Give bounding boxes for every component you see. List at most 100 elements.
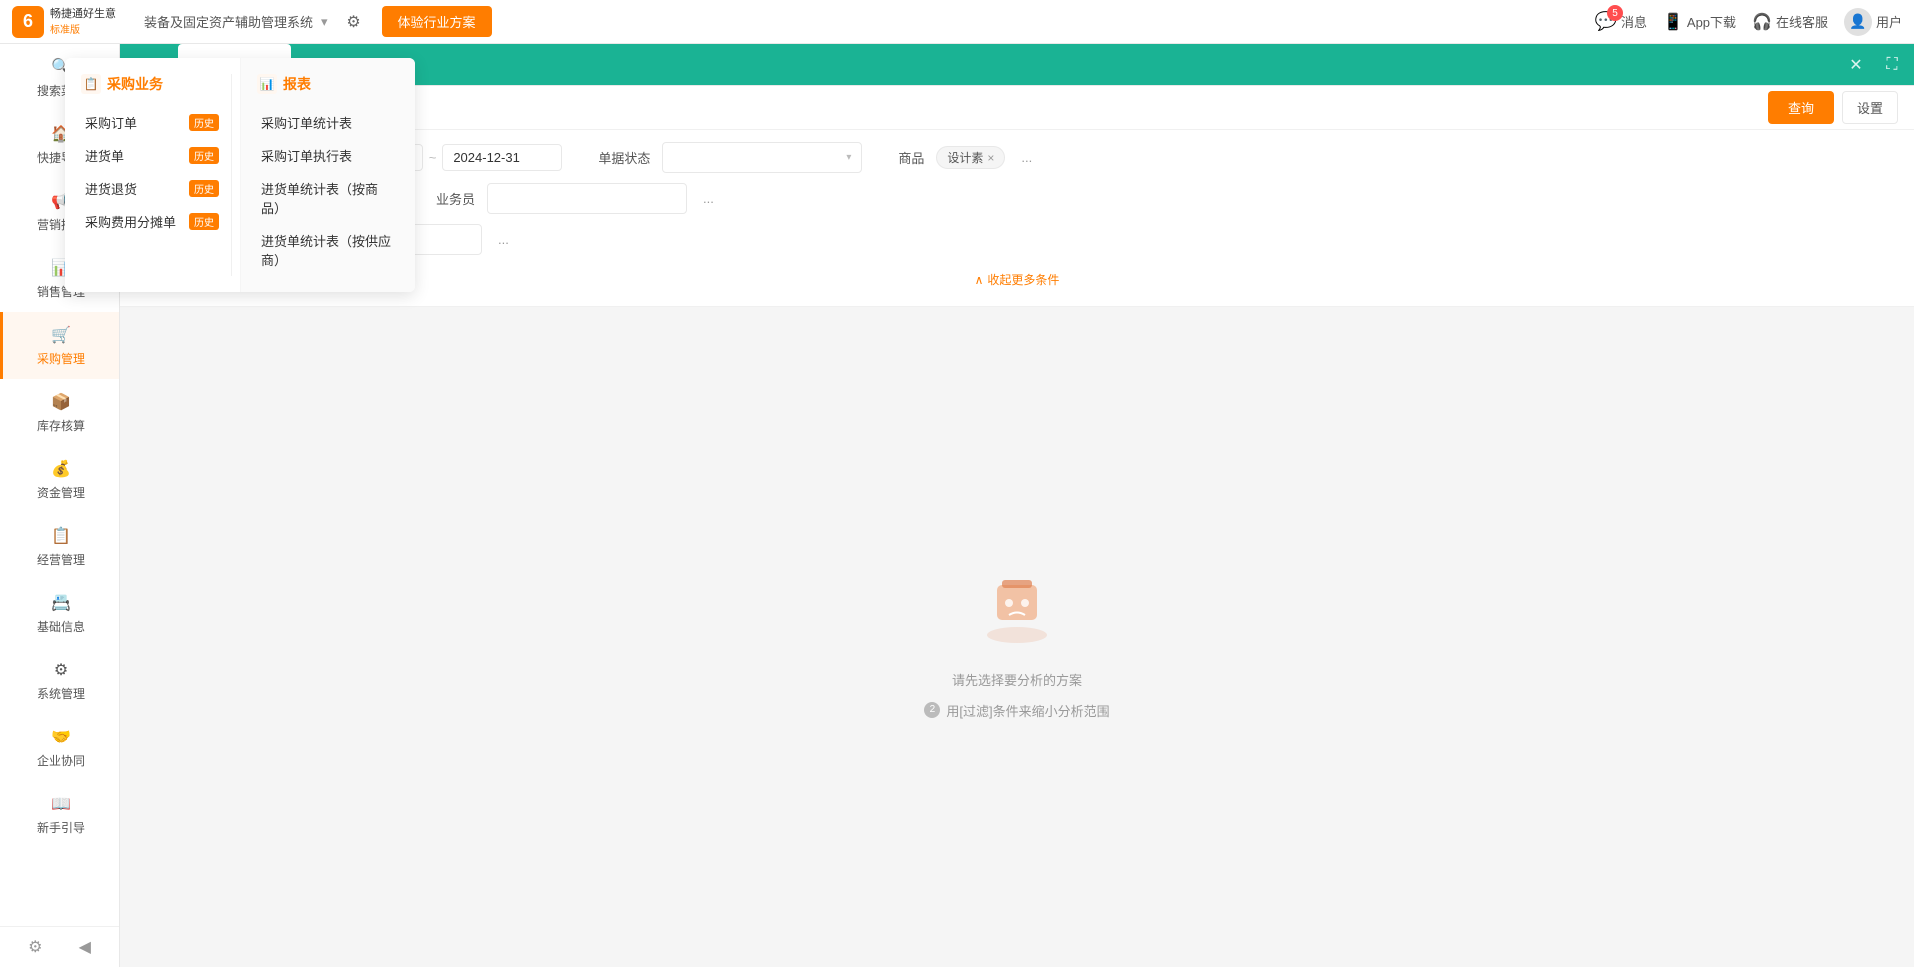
goods-ellipsis[interactable]: ... bbox=[1017, 150, 1036, 165]
dropdown-item-inbound-stats-supplier[interactable]: 进货单统计表（按供应商） bbox=[257, 224, 399, 276]
setting-btn[interactable]: 设置 bbox=[1842, 91, 1898, 124]
industry-btn[interactable]: 体验行业方案 bbox=[382, 6, 492, 37]
sidebar-label-basic: 基础信息 bbox=[37, 618, 85, 635]
sidebar-item-business[interactable]: 📋 经营管理 bbox=[0, 513, 119, 580]
logo-area: 6 畅捷通好生意 标准版 bbox=[12, 6, 132, 38]
collapse-label: 收起更多条件 bbox=[987, 271, 1059, 288]
doc-status-select[interactable]: ▾ bbox=[662, 142, 862, 173]
empty-illustration bbox=[967, 555, 1067, 658]
hist-badge-3: 历史 bbox=[189, 213, 219, 230]
sidebar-label-business: 经营管理 bbox=[37, 551, 85, 568]
purchase-col-icon: 📋 bbox=[81, 74, 101, 94]
sidebar-item-system[interactable]: ⚙ 系统管理 bbox=[0, 647, 119, 714]
hist-badge-0: 历史 bbox=[189, 114, 219, 131]
online-service-btn[interactable]: 🎧 在线客服 bbox=[1752, 12, 1828, 32]
inventory-icon: 📦 bbox=[50, 391, 72, 413]
system-title-dropdown-icon[interactable]: ▾ bbox=[321, 14, 328, 30]
dropdown-item-expense[interactable]: 采购费用分摊单 历史 bbox=[81, 205, 223, 238]
message-btn[interactable]: 💬 5 消息 bbox=[1595, 11, 1647, 32]
collab-icon: 🤝 bbox=[50, 726, 72, 748]
dropdown-columns: 📋 采购业务 采购订单 历史 进货单 历史 进货退货 历史 采购费用分摊单 bbox=[81, 74, 399, 276]
user-btn[interactable]: 👤 用户 bbox=[1844, 8, 1902, 36]
phone-icon: 📱 bbox=[1663, 12, 1683, 32]
top-bar: 6 畅捷通好生意 标准版 装备及固定资产辅助管理系统 ▾ ⚙ 体验行业方案 💬 … bbox=[0, 0, 1914, 44]
app-download-btn[interactable]: 📱 App下载 bbox=[1663, 12, 1736, 32]
business-icon: 📋 bbox=[50, 525, 72, 547]
top-right: 💬 5 消息 📱 App下载 🎧 在线客服 👤 用户 bbox=[1595, 8, 1902, 36]
salesman-label: 业务员 bbox=[436, 189, 475, 208]
salesman-value bbox=[498, 189, 511, 208]
sidebar-label-guide: 新手引导 bbox=[37, 819, 85, 836]
empty-tip1: 请先选择要分析的方案 bbox=[952, 670, 1082, 689]
sidebar-collapse-icon[interactable]: ◀ bbox=[79, 937, 91, 957]
tip2-text: 用[过滤]条件来缩小分析范围 bbox=[946, 701, 1109, 720]
inbound-stats-goods-label: 进货单统计表（按商品） bbox=[261, 179, 395, 217]
system-settings-icon[interactable]: ⚙ bbox=[342, 10, 366, 34]
user-avatar: 👤 bbox=[1844, 8, 1872, 36]
salesman-ellipsis[interactable]: ... bbox=[699, 191, 718, 206]
date-end-input[interactable]: 2024-12-31 bbox=[442, 144, 562, 171]
report-col-icon: 📊 bbox=[257, 74, 277, 94]
main-layout: 🔍 搜索菜单 🏠 快捷导航 📢 营销推广 📊 销售管理 🛒 采购管理 📦 库存核… bbox=[0, 44, 1914, 967]
logo-text: 畅捷通好生意 标准版 bbox=[50, 7, 116, 36]
expense-label: 采购费用分摊单 bbox=[85, 212, 176, 231]
sidebar-item-collab[interactable]: 🤝 企业协同 bbox=[0, 714, 119, 781]
tab-bar-right: ✕ ⛶ bbox=[1842, 51, 1914, 79]
date-separator: ~ bbox=[429, 150, 437, 165]
system-icon: ⚙ bbox=[50, 659, 72, 681]
system-title-area: 装备及固定资产辅助管理系统 ▾ ⚙ 体验行业方案 bbox=[132, 6, 1595, 37]
doc-status-arrow: ▾ bbox=[846, 152, 851, 163]
doc-status-label: 单据状态 bbox=[598, 148, 650, 167]
dropdown-item-order-exec[interactable]: 采购订单执行表 bbox=[257, 139, 399, 172]
salesman-input[interactable] bbox=[487, 183, 687, 214]
goods-tag: 设计素 × bbox=[936, 146, 1005, 169]
empty-state: 请先选择要分析的方案 2 用[过滤]条件来缩小分析范围 bbox=[120, 307, 1914, 967]
message-label: 消息 bbox=[1621, 12, 1647, 31]
dropdown-right-header: 📊 报表 bbox=[257, 74, 399, 94]
date-end-value: 2024-12-31 bbox=[453, 150, 520, 165]
message-badge: 5 bbox=[1607, 5, 1623, 21]
return-label: 进货退货 bbox=[85, 179, 137, 198]
hist-badge-2: 历史 bbox=[189, 180, 219, 197]
sidebar-item-guide[interactable]: 📖 新手引导 bbox=[0, 781, 119, 848]
sidebar-item-purchase[interactable]: 🛒 采购管理 bbox=[0, 312, 119, 379]
dropdown-col-right: 📊 报表 采购订单统计表 采购订单执行表 进货单统计表（按商品） 进货单统计表（… bbox=[240, 58, 415, 292]
tab-close-all-icon[interactable]: ✕ bbox=[1842, 51, 1870, 79]
sidebar-label-purchase: 采购管理 bbox=[37, 350, 85, 367]
logo-icon: 6 bbox=[12, 6, 44, 38]
dropdown-item-order-stats[interactable]: 采购订单统计表 bbox=[257, 106, 399, 139]
headset-icon: 🎧 bbox=[1752, 12, 1772, 32]
customer-ellipsis[interactable]: ... bbox=[494, 232, 513, 247]
sidebar-item-capital[interactable]: 💰 资金管理 bbox=[0, 446, 119, 513]
order-exec-label: 采购订单执行表 bbox=[261, 146, 352, 165]
system-title-text: 装备及固定资产辅助管理系统 bbox=[144, 12, 313, 31]
sidebar-label-system: 系统管理 bbox=[37, 685, 85, 702]
dropdown-left-header: 📋 采购业务 bbox=[81, 74, 223, 94]
sidebar-label-capital: 资金管理 bbox=[37, 484, 85, 501]
tab-expand-icon[interactable]: ⛶ bbox=[1878, 51, 1906, 79]
dropdown-item-return[interactable]: 进货退货 历史 bbox=[81, 172, 223, 205]
user-label: 用户 bbox=[1876, 12, 1902, 31]
sidebar-item-basic[interactable]: 📇 基础信息 bbox=[0, 580, 119, 647]
app-label: App下载 bbox=[1687, 12, 1736, 31]
purchase-icon: 🛒 bbox=[50, 324, 72, 346]
goods-tag-close[interactable]: × bbox=[987, 151, 994, 165]
sidebar-item-inventory[interactable]: 📦 库存核算 bbox=[0, 379, 119, 446]
purchase-order-label: 采购订单 bbox=[85, 113, 137, 132]
guide-icon: 📖 bbox=[50, 793, 72, 815]
query-btn[interactable]: 查询 bbox=[1768, 91, 1834, 124]
capital-icon: 💰 bbox=[50, 458, 72, 480]
notification-icon: 💬 5 bbox=[1595, 11, 1617, 32]
sidebar-label-collab: 企业协同 bbox=[37, 752, 85, 769]
purchase-dropdown-menu: 📋 采购业务 采购订单 历史 进货单 历史 进货退货 历史 采购费用分摊单 bbox=[65, 58, 415, 292]
dropdown-item-inbound-stats-goods[interactable]: 进货单统计表（按商品） bbox=[257, 172, 399, 224]
goods-label: 商品 bbox=[898, 148, 924, 167]
goods-tag-value: 设计素 bbox=[947, 149, 983, 166]
dropdown-item-purchase-order[interactable]: 采购订单 历史 bbox=[81, 106, 223, 139]
collapse-icon: ∧ bbox=[975, 273, 984, 287]
dropdown-right-title: 报表 bbox=[283, 74, 311, 94]
order-stats-label: 采购订单统计表 bbox=[261, 113, 352, 132]
dropdown-item-inbound[interactable]: 进货单 历史 bbox=[81, 139, 223, 172]
sidebar-settings-icon[interactable]: ⚙ bbox=[28, 937, 42, 957]
inbound-stats-supplier-label: 进货单统计表（按供应商） bbox=[261, 231, 395, 269]
